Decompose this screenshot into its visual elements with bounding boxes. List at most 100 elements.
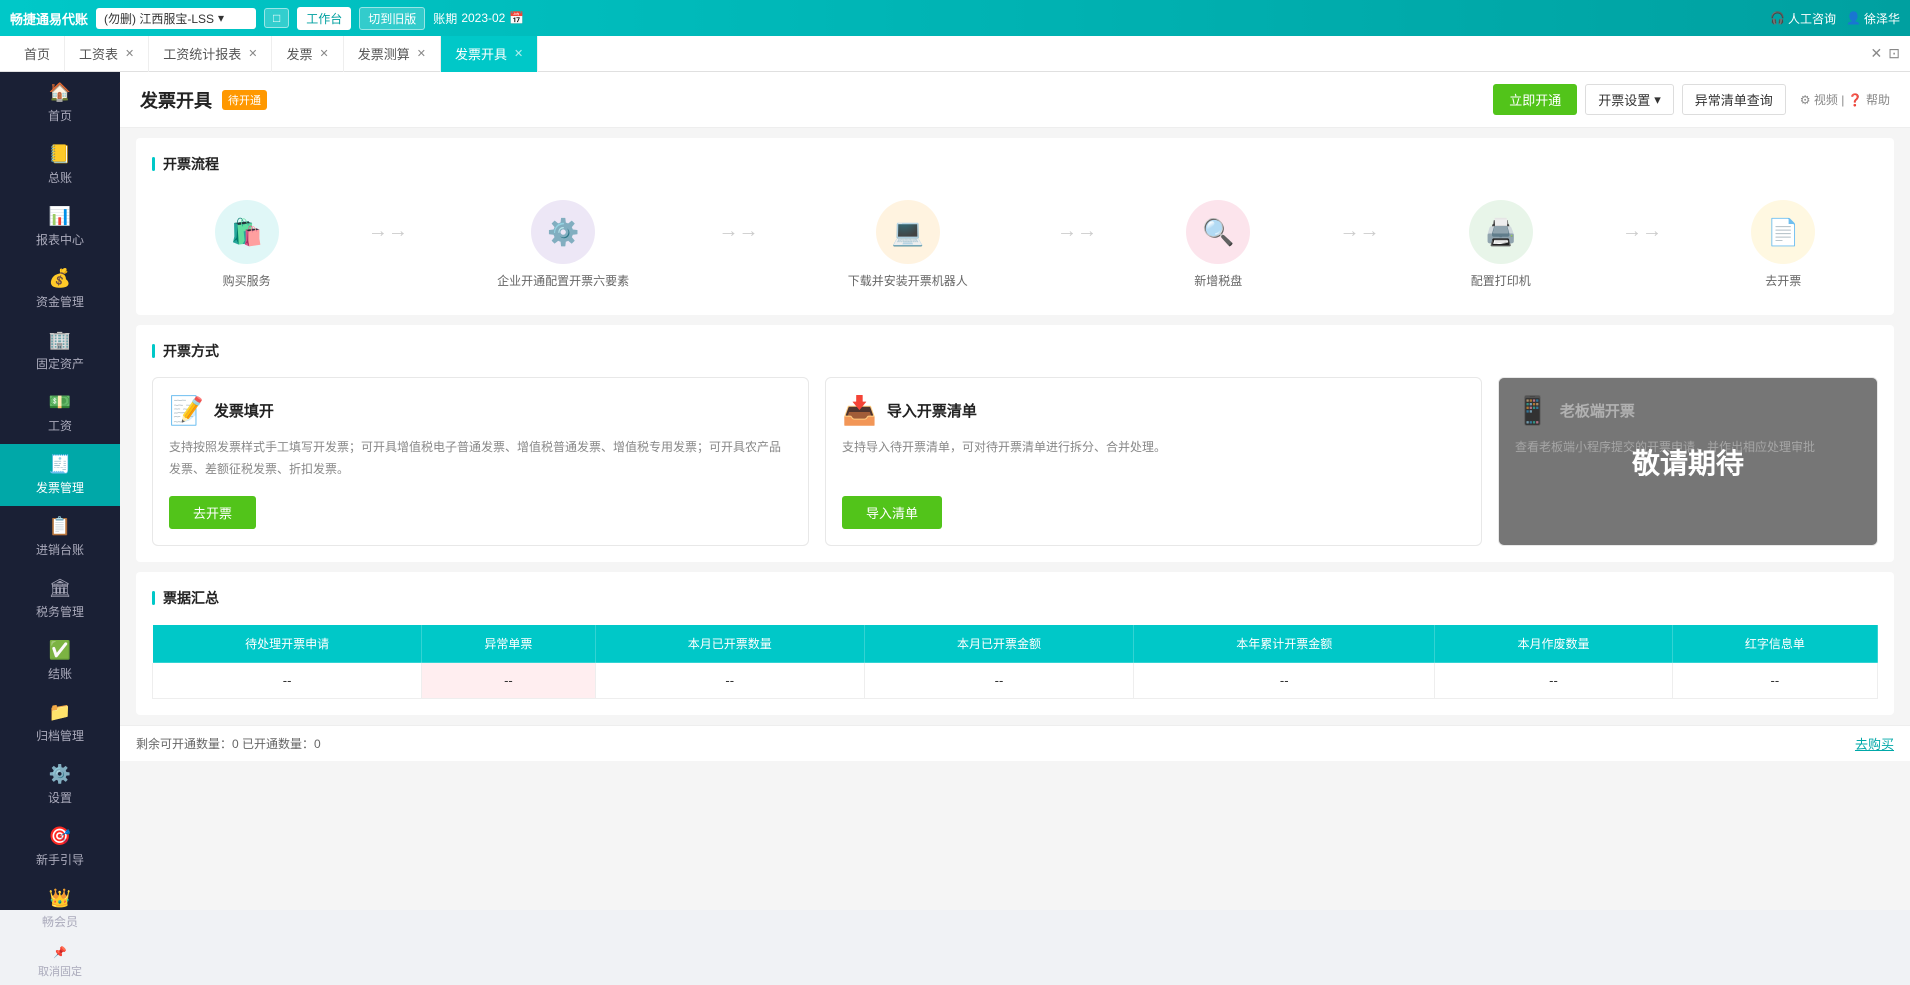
close-all-icon[interactable]: ✕ — [1871, 45, 1883, 62]
app-logo: 畅捷通易代账 — [10, 9, 88, 28]
unpin-button[interactable]: 📌 取消固定 — [0, 940, 120, 985]
company-selector[interactable]: (勿删) 江西服宝-LSS ▾ — [96, 8, 256, 29]
sidebar-label-member: 畅会员 — [42, 913, 78, 930]
top-bar-left: 畅捷通易代账 (勿删) 江西服宝-LSS ▾ □ 工作台 切到旧版 账期 202… — [10, 7, 524, 30]
period-value: 2023-02 — [461, 11, 505, 25]
import-card-desc: 支持导入待开票清单，可对待开票清单进行拆分、合并处理。 — [842, 437, 1465, 480]
sidebar-item-purchase-sales[interactable]: 📋 进销台账 — [0, 506, 120, 568]
main-layout: 🏠 首页 📒 总账 📊 报表中心 💰 资金管理 🏢 固定资产 💵 工资 🧾 发票… — [0, 72, 1910, 910]
flow-step-printer[interactable]: 🖨️ 配置打印机 — [1469, 200, 1533, 289]
close-icon[interactable]: ✕ — [125, 47, 134, 60]
tab-invoice[interactable]: 发票 ✕ — [272, 36, 343, 72]
sidebar-item-general-ledger[interactable]: 📒 总账 — [0, 134, 120, 196]
flow-step-download[interactable]: 💻 下载并安装开票机器人 — [848, 200, 968, 289]
close-icon[interactable]: ✕ — [320, 47, 329, 60]
method-card-import: 📥 导入开票清单 支持导入待开票清单，可对待开票清单进行拆分、合并处理。 导入清… — [825, 377, 1482, 546]
help-label: 帮助 — [1866, 93, 1890, 107]
import-list-button[interactable]: 导入清单 — [842, 496, 942, 529]
col-month-count: 本月已开票数量 — [595, 625, 864, 663]
tab-salary-report-label: 工资统计报表 — [163, 44, 241, 63]
remaining-label: 剩余可开通数量：0 — [136, 737, 239, 751]
arrow-icon: →→ — [368, 220, 408, 243]
sidebar-label-guide: 新手引导 — [36, 851, 84, 868]
tab-invoice-label: 发票 — [286, 44, 312, 63]
flow-step-buy[interactable]: 🛍️ 购买服务 — [215, 200, 279, 289]
invoice-icon: 🧾 — [49, 454, 71, 475]
copy-button[interactable]: □ — [264, 8, 289, 28]
sidebar-item-invoice-mgmt[interactable]: 🧾 发票管理 — [0, 444, 120, 506]
cell-year-amount: -- — [1134, 663, 1435, 699]
go-invoice-button[interactable]: 去开票 — [169, 496, 256, 529]
tab-salary-report[interactable]: 工资统计报表 ✕ — [149, 36, 272, 72]
home-icon: 🏠 — [49, 82, 71, 103]
flow-step-config[interactable]: ⚙️ 企业开通配置开票六要素 — [497, 200, 629, 289]
flow-step-taxdisk[interactable]: 🔍 新增税盘 — [1186, 200, 1250, 289]
settings-button[interactable]: 开票设置 ▾ — [1585, 84, 1674, 115]
arrow-icon: →→ — [1340, 220, 1380, 243]
sidebar-label-closing: 结账 — [48, 665, 72, 682]
fill-card-desc: 支持按照发票样式手工填写开发票；可开具增值税电子普通发票、增值税普通发票、增值税… — [169, 437, 792, 480]
method-section: 开票方式 📝 发票填开 支持按照发票样式手工填写开发票；可开具增值税电子普通发票… — [136, 325, 1894, 562]
tab-home[interactable]: 首页 — [10, 36, 65, 72]
help-icon: ❓ — [1848, 93, 1863, 107]
sidebar-item-closing[interactable]: ✅ 结账 — [0, 630, 120, 692]
sidebar-item-payroll[interactable]: 💵 工资 — [0, 382, 120, 444]
status-badge: 待开通 — [222, 90, 267, 110]
member-icon: 👑 — [49, 888, 71, 909]
funds-icon: 💰 — [49, 268, 71, 289]
sidebar-label-home: 首页 — [48, 107, 72, 124]
tab-invoice-calc[interactable]: 发票测算 ✕ — [344, 36, 441, 72]
import-card-icon: 📥 — [842, 394, 877, 427]
pin-icon: 📌 — [53, 946, 67, 959]
tab-invoice-issue-label: 发票开具 — [455, 44, 507, 63]
flow-steps: 🛍️ 购买服务 →→ ⚙️ 企业开通配置开票六要素 →→ 💻 下载并安装开票机器… — [152, 190, 1878, 299]
sidebar-item-member[interactable]: 👑 畅会员 — [0, 878, 120, 940]
abnormal-query-button[interactable]: 异常清单查询 — [1682, 84, 1786, 115]
sidebar-item-guide[interactable]: 🎯 新手引导 — [0, 816, 120, 878]
flow-step-buy-label: 购买服务 — [223, 272, 271, 289]
col-pending: 待处理开票申请 — [153, 625, 422, 663]
sidebar-item-reports[interactable]: 📊 报表中心 — [0, 196, 120, 258]
sidebar-label-archive: 归档管理 — [36, 727, 84, 744]
switch-old-button[interactable]: 切到旧版 — [359, 7, 425, 30]
sidebar-label-funds: 资金管理 — [36, 293, 84, 310]
chevron-down-icon: ▾ — [218, 11, 224, 25]
immediate-open-button[interactable]: 立即开通 — [1493, 84, 1577, 115]
restore-icon[interactable]: ⊡ — [1888, 45, 1900, 62]
consultant-link[interactable]: 🎧 人工咨询 — [1770, 10, 1836, 27]
tab-salary[interactable]: 工资表 ✕ — [65, 36, 149, 72]
sidebar-item-fixed-assets[interactable]: 🏢 固定资产 — [0, 320, 120, 382]
buy-link[interactable]: 去购买 — [1855, 734, 1894, 753]
tab-invoice-issue[interactable]: 发票开具 ✕ — [441, 36, 538, 72]
method-cards: 📝 发票填开 支持按照发票样式手工填写开发票；可开具增值税电子普通发票、增值税普… — [152, 377, 1878, 546]
sidebar-item-home[interactable]: 🏠 首页 — [0, 72, 120, 134]
sidebar: 🏠 首页 📒 总账 📊 报表中心 💰 资金管理 🏢 固定资产 💵 工资 🧾 发票… — [0, 72, 120, 910]
tax-icon: 🏛 — [49, 578, 72, 599]
col-month-amount: 本月已开票金额 — [864, 625, 1133, 663]
page-title-row: 发票开具 待开通 — [140, 87, 267, 113]
sidebar-item-archive[interactable]: 📁 归档管理 — [0, 692, 120, 754]
calendar-icon[interactable]: 📅 — [509, 11, 524, 25]
close-icon[interactable]: ✕ — [248, 47, 257, 60]
close-icon[interactable]: ✕ — [514, 47, 523, 60]
user-avatar[interactable]: 👤 徐泽华 — [1846, 10, 1900, 27]
sidebar-item-funds[interactable]: 💰 资金管理 — [0, 258, 120, 320]
tab-invoice-calc-label: 发票测算 — [358, 44, 410, 63]
views-label: 视频 — [1814, 93, 1838, 107]
close-icon[interactable]: ✕ — [417, 47, 426, 60]
summary-section: 票据汇总 待处理开票申请 异常单票 本月已开票数量 本月已开票金额 本年累计开票… — [136, 572, 1894, 715]
cell-month-amount: -- — [864, 663, 1133, 699]
arrow-icon: →→ — [718, 220, 758, 243]
sidebar-item-tax-mgmt[interactable]: 🏛 税务管理 — [0, 568, 120, 630]
workbench-button[interactable]: 工作台 — [297, 7, 351, 30]
tab-bar: 首页 工资表 ✕ 工资统计报表 ✕ 发票 ✕ 发票测算 ✕ 发票开具 ✕ ✕ ⊡ — [0, 36, 1910, 72]
page-footer: 剩余可开通数量：0 已开通数量：0 去购买 — [120, 725, 1910, 761]
summary-section-title: 票据汇总 — [152, 588, 1878, 608]
flow-step-issue[interactable]: 📄 去开票 — [1751, 200, 1815, 289]
sidebar-item-settings[interactable]: ⚙️ 设置 — [0, 754, 120, 816]
import-card-header: 📥 导入开票清单 — [842, 394, 1465, 427]
summary-table: 待处理开票申请 异常单票 本月已开票数量 本月已开票金额 本年累计开票金额 本月… — [152, 624, 1878, 699]
col-year-amount: 本年累计开票金额 — [1134, 625, 1435, 663]
cell-red-info: -- — [1672, 663, 1877, 699]
assets-icon: 🏢 — [49, 330, 71, 351]
